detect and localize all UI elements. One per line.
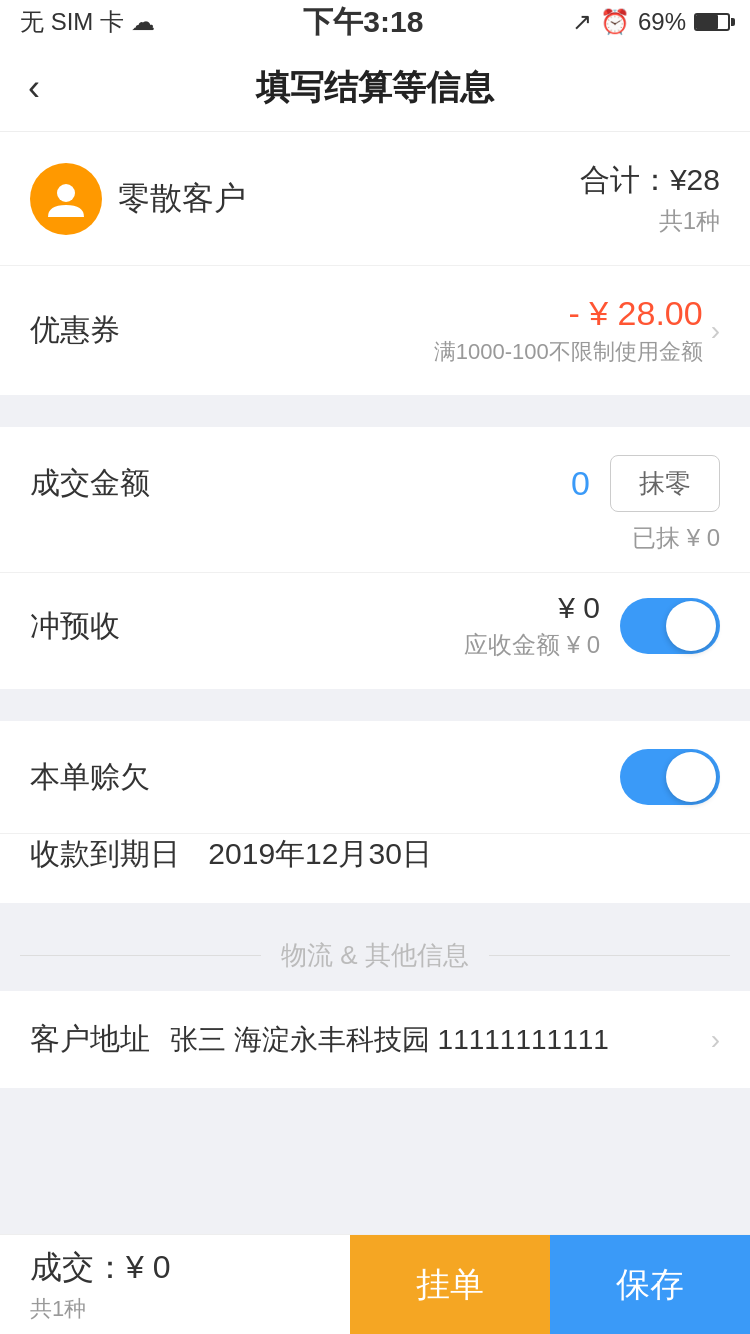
precollect-amount: ¥ 0 <box>464 591 600 625</box>
customer-left: 零散客户 <box>30 163 246 235</box>
status-bar: 无 SIM 卡 ☁ 下午3:18 ↗ ⏰ 69% <box>0 0 750 44</box>
battery-level: 69% <box>638 8 686 36</box>
logistics-divider: 物流 & 其他信息 <box>0 919 750 991</box>
pending-button[interactable]: 挂单 <box>350 1235 550 1334</box>
coupon-chevron-icon: › <box>711 315 720 347</box>
debt-row: 本单赊欠 <box>0 721 750 833</box>
page-title: 填写结算等信息 <box>256 65 494 111</box>
bottom-deal-row: 成交：¥ 0 <box>30 1246 320 1290</box>
precollect-label: 冲预收 <box>30 606 120 647</box>
due-date-value: 2019年12月30日 <box>208 837 431 870</box>
address-row[interactable]: 客户地址 张三 海淀永丰科技园 11111111111 › <box>0 991 750 1088</box>
divider-2 <box>0 705 750 721</box>
alarm-icon: ⏰ <box>600 8 630 36</box>
total-count: 共1种 <box>580 205 720 237</box>
address-value: 张三 海淀永丰科技园 11111111111 <box>170 1021 711 1059</box>
debt-toggle[interactable] <box>620 749 720 805</box>
logistics-line-right <box>489 955 730 956</box>
bottom-info: 成交：¥ 0 共1种 <box>0 1235 350 1334</box>
deal-amount-row: 成交金额 0 抹零 <box>0 427 750 522</box>
deal-section: 成交金额 0 抹零 已抹 ¥ 0 冲预收 ¥ 0 应收金额 ¥ 0 <box>0 427 750 689</box>
debt-toggle-knob <box>666 752 716 802</box>
back-button[interactable]: ‹ <box>28 67 40 109</box>
deal-amount-label: 成交金额 <box>30 463 150 504</box>
logistics-label: 物流 & 其他信息 <box>281 938 469 973</box>
coupon-row[interactable]: 优惠券 - ¥ 28.00 满1000-100不限制使用金额 › <box>0 265 750 395</box>
toggle-knob <box>666 601 716 651</box>
precollect-sub: 应收金额 ¥ 0 <box>464 629 600 661</box>
logistics-line-left <box>20 955 261 956</box>
sim-status: 无 SIM 卡 ☁ <box>20 6 155 38</box>
due-date-row: 收款到期日 2019年12月30日 <box>0 833 750 903</box>
status-left: 无 SIM 卡 ☁ <box>20 6 155 38</box>
total-amount: 合计：¥28 <box>580 160 720 201</box>
location-icon: ↗ <box>572 8 592 36</box>
battery-icon <box>694 13 730 31</box>
save-button[interactable]: 保存 <box>550 1235 750 1334</box>
coupon-desc: 满1000-100不限制使用金额 <box>434 337 703 367</box>
deal-sub-text: 已抹 ¥ 0 <box>0 522 750 572</box>
address-label: 客户地址 <box>30 1019 150 1060</box>
coupon-info: - ¥ 28.00 满1000-100不限制使用金额 <box>434 294 703 367</box>
bottom-deal-label: 成交： <box>30 1249 126 1285</box>
bottom-deal-amount: ¥ 0 <box>126 1249 170 1285</box>
avatar <box>30 163 102 235</box>
due-date-label: 收款到期日 <box>30 837 180 870</box>
coupon-amount: - ¥ 28.00 <box>434 294 703 333</box>
status-right: ↗ ⏰ 69% <box>572 8 730 36</box>
customer-row: 零散客户 合计：¥28 共1种 <box>0 132 750 265</box>
precollect-toggle[interactable] <box>620 598 720 654</box>
deal-right: 0 抹零 <box>550 455 720 512</box>
nav-bar: ‹ 填写结算等信息 <box>0 44 750 132</box>
pending-button-label: 挂单 <box>416 1262 484 1308</box>
deal-amount-value: 0 <box>550 464 590 503</box>
round-zero-button[interactable]: 抹零 <box>610 455 720 512</box>
address-chevron-icon: › <box>711 1024 720 1056</box>
save-button-label: 保存 <box>616 1262 684 1308</box>
bottom-count: 共1种 <box>30 1294 320 1324</box>
coupon-label: 优惠券 <box>30 310 120 351</box>
bottom-bar: 成交：¥ 0 共1种 挂单 保存 <box>0 1234 750 1334</box>
divider-1 <box>0 411 750 427</box>
precollect-right: ¥ 0 应收金额 ¥ 0 <box>464 591 720 661</box>
debt-section: 本单赊欠 收款到期日 2019年12月30日 <box>0 721 750 903</box>
coupon-right: - ¥ 28.00 满1000-100不限制使用金额 › <box>434 294 720 367</box>
customer-section: 零散客户 合计：¥28 共1种 优惠券 - ¥ 28.00 满1000-100不… <box>0 132 750 395</box>
address-section: 客户地址 张三 海淀永丰科技园 11111111111 › <box>0 991 750 1088</box>
precollect-info: ¥ 0 应收金额 ¥ 0 <box>464 591 600 661</box>
status-time: 下午3:18 <box>303 2 423 43</box>
svg-point-0 <box>57 184 75 202</box>
debt-label: 本单赊欠 <box>30 757 150 798</box>
precollect-row: 冲预收 ¥ 0 应收金额 ¥ 0 <box>0 572 750 689</box>
customer-right: 合计：¥28 共1种 <box>580 160 720 237</box>
customer-name: 零散客户 <box>118 177 246 221</box>
